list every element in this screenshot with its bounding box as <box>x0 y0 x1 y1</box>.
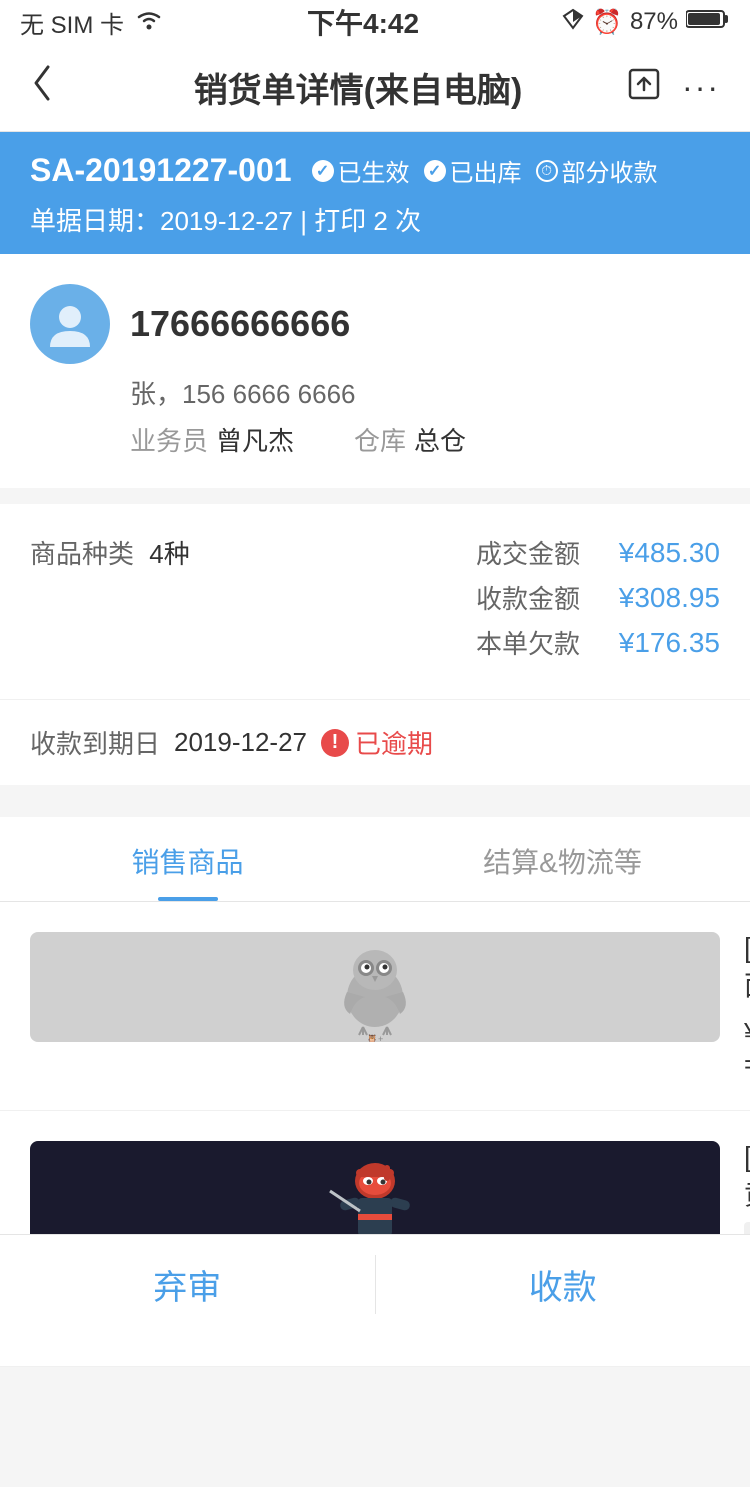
divider-1 <box>0 488 750 504</box>
check-icon-2: ✓ <box>424 160 446 182</box>
battery-icon <box>686 8 730 37</box>
list-item: 🦉+ [0000002]面包 ¥40 x 5袋 = ¥199.99 <box>0 902 750 1111</box>
due-section: 收款到期日 2019-12-27 ! 已逾期 <box>0 699 750 785</box>
stats-left: 商品种类 4种 <box>30 534 190 571</box>
product-type-label: 商品种类 <box>30 539 134 569</box>
product-type-value: 4种 <box>149 539 189 569</box>
tag-shipped: ✓ 已出库 <box>424 153 522 188</box>
collected-amount-label: 收款金额 <box>476 579 580 616</box>
salesperson-label: 业务员 <box>130 421 208 458</box>
warehouse-label: 仓库 <box>354 421 406 458</box>
product-type-item: 商品种类 4种 <box>30 534 190 571</box>
bottom-spacer <box>0 1367 750 1487</box>
customer-meta: 业务员 曾凡杰 仓库 总仓 <box>30 421 720 458</box>
deal-amount-value: ¥485.30 <box>600 537 720 569</box>
tag-active: ✓ 已生效 <box>312 153 410 188</box>
customer-id: 17666666666 <box>130 303 350 345</box>
due-amount-value: ¥176.35 <box>600 627 720 659</box>
divider-2 <box>0 785 750 801</box>
avatar <box>30 284 110 364</box>
status-bar: 无 SIM 卡 下午4:42 ⏰ 87% <box>0 0 750 44</box>
deal-amount-label: 成交金额 <box>476 534 580 571</box>
salesperson-name: 曾凡杰 <box>216 421 294 458</box>
order-id: SA-20191227-001 <box>30 152 292 189</box>
customer-contact: 张，156 6666 6666 <box>30 374 720 411</box>
stats-section: 商品种类 4种 成交金额 ¥485.30 收款金额 ¥308.95 本单欠款 ¥… <box>0 504 750 699</box>
overdue-text: 已逾期 <box>355 724 433 761</box>
product-info-1: [0000002]面包 ¥40 x 5袋 = ¥199.99 <box>744 932 750 1080</box>
banner-row1: SA-20191227-001 ✓ 已生效 ✓ 已出库 ⏱ 部分收款 <box>30 152 720 189</box>
product-name-1: [0000002]面包 <box>744 932 750 1004</box>
deal-amount-row: 成交金额 ¥485.30 <box>476 534 720 571</box>
product-price-1: ¥40 x 5袋 = ¥199.99 <box>744 1012 750 1080</box>
status-time: 下午4:42 <box>307 2 419 42</box>
due-amount-label: 本单欠款 <box>476 624 580 661</box>
tag-partial: ⏱ 部分收款 <box>536 153 658 188</box>
warehouse-item: 仓库 总仓 <box>354 421 466 458</box>
check-icon-1: ✓ <box>312 160 334 182</box>
wifi-icon <box>134 8 164 37</box>
nav-bar: 销货单详情(来自电脑) ··· <box>0 44 750 132</box>
nav-actions: ··· <box>626 66 720 109</box>
due-amount-row: 本单欠款 ¥176.35 <box>476 624 720 661</box>
banner-tags: ✓ 已生效 ✓ 已出库 ⏱ 部分收款 <box>312 153 658 188</box>
battery-text: 87% <box>630 8 678 36</box>
tabs-bar: 销售商品 结算&物流等 <box>0 817 750 902</box>
due-date-label: 收款到期日 <box>30 724 160 761</box>
tab-products[interactable]: 销售商品 <box>0 817 375 901</box>
overdue-icon: ! <box>321 729 349 757</box>
due-date-value: 2019-12-27 <box>174 727 307 758</box>
banner-doc-date: 单据日期：2019-12-27 | 打印 2 次 <box>30 201 720 238</box>
svg-text:🦉+: 🦉+ <box>367 1034 383 1042</box>
product-name-2: [000400001]黄油曲奇 <box>744 1141 750 1213</box>
tab-settlement[interactable]: 结算&物流等 <box>375 817 750 901</box>
clock-icon: ⏱ <box>536 160 558 182</box>
location-icon <box>562 8 584 37</box>
status-left: 无 SIM 卡 <box>20 5 164 40</box>
collected-amount-row: 收款金额 ¥308.95 <box>476 579 720 616</box>
status-right: ⏰ 87% <box>562 8 730 37</box>
more-icon[interactable]: ··· <box>682 69 720 106</box>
overdue-badge: ! 已逾期 <box>321 724 433 761</box>
alarm-icon: ⏰ <box>592 8 622 37</box>
bottom-bar: 弃审 收款 <box>0 1234 750 1334</box>
salesperson-item: 业务员 曾凡杰 <box>130 421 294 458</box>
warehouse-name: 总仓 <box>414 421 466 458</box>
product-thumbnail-1: 🦉+ <box>30 932 720 1042</box>
back-button[interactable] <box>30 63 90 112</box>
cancel-button[interactable]: 弃审 <box>0 1235 375 1334</box>
share-icon[interactable] <box>626 66 662 109</box>
confirm-button[interactable]: 收款 <box>376 1235 750 1334</box>
header-banner: SA-20191227-001 ✓ 已生效 ✓ 已出库 ⏱ 部分收款 单据日期：… <box>0 132 750 254</box>
signal-text: 无 SIM 卡 <box>20 5 124 40</box>
collected-amount-value: ¥308.95 <box>600 582 720 614</box>
customer-section: 17666666666 张，156 6666 6666 业务员 曾凡杰 仓库 总… <box>0 254 750 488</box>
stats-right: 成交金额 ¥485.30 收款金额 ¥308.95 本单欠款 ¥176.35 <box>476 534 720 669</box>
page-title: 销货单详情(来自电脑) <box>90 63 626 112</box>
customer-row: 17666666666 <box>30 284 720 364</box>
